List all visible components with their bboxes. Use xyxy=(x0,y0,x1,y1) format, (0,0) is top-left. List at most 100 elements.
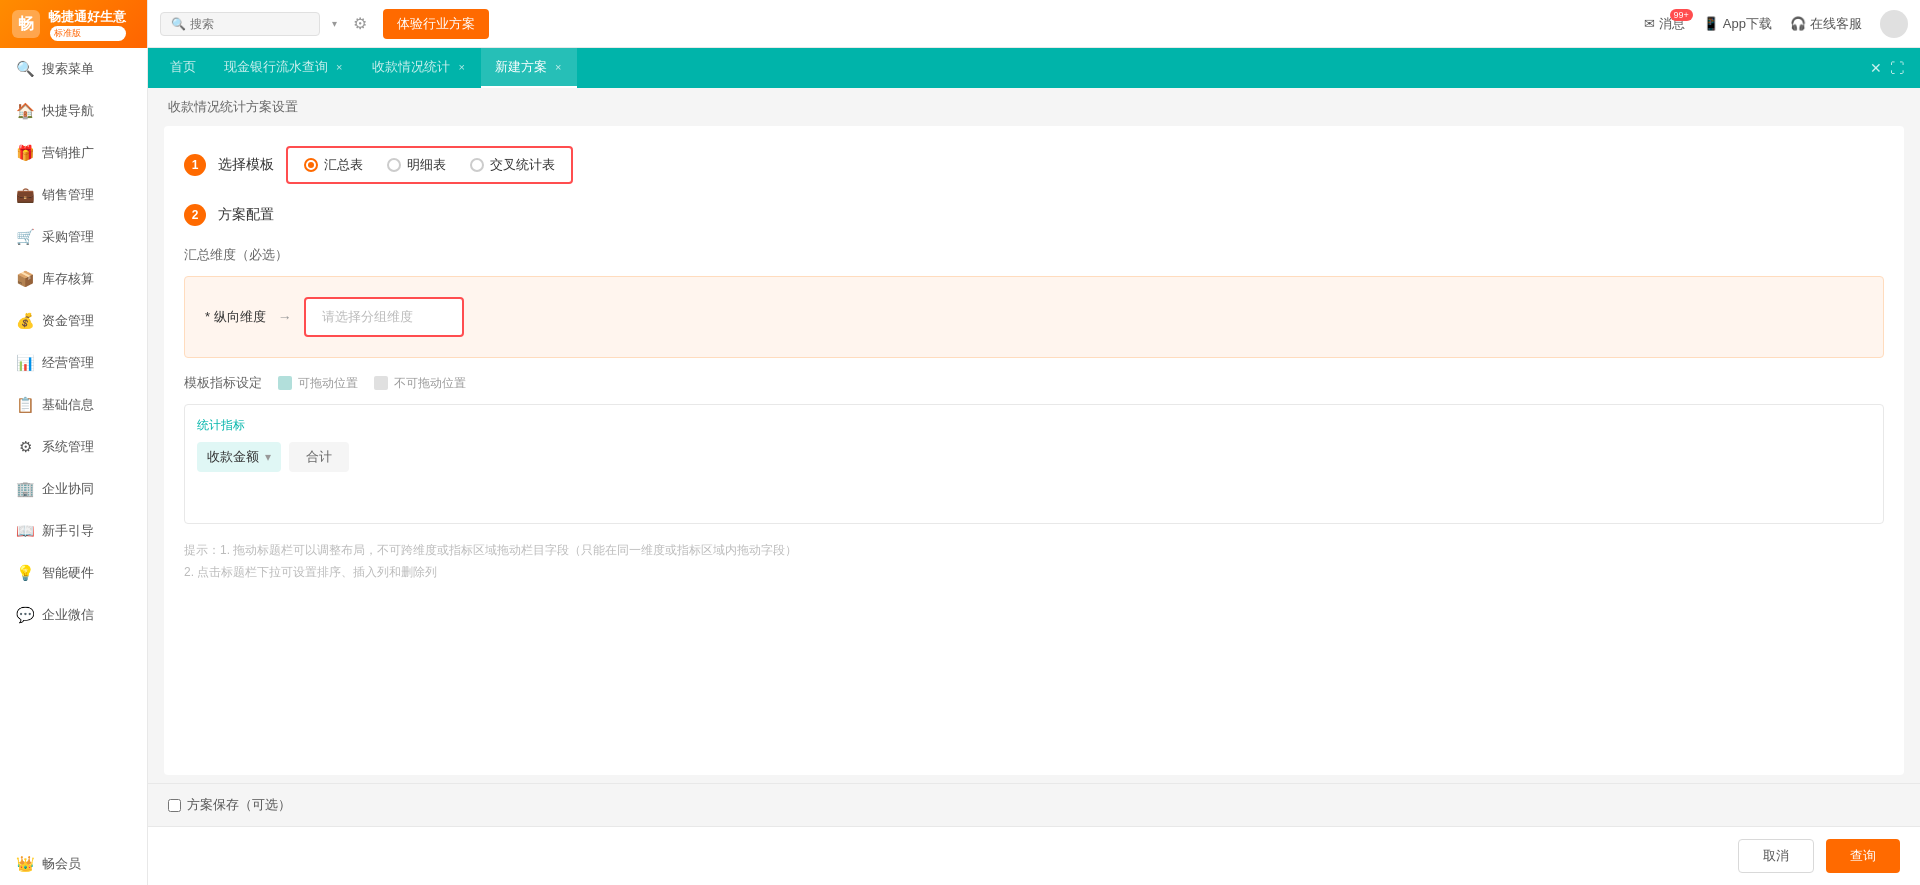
save-plan-label: 方案保存（可选） xyxy=(187,796,291,814)
sidebar-label-marketing: 营销推广 xyxy=(42,144,94,162)
logo-icon: 畅 xyxy=(12,10,40,38)
sidebar-logo: 畅 畅捷通好生意 标准版 xyxy=(0,0,147,48)
radio-summary-label: 汇总表 xyxy=(324,156,363,174)
legend-draggable-box xyxy=(278,376,292,390)
search-menu-icon: 🔍 xyxy=(16,60,34,78)
operation-icon: 📊 xyxy=(16,354,34,372)
enterprise-icon: 🏢 xyxy=(16,480,34,498)
basic-info-icon: 📋 xyxy=(16,396,34,414)
radio-cross[interactable]: 交叉统计表 xyxy=(470,156,555,174)
radio-detail-dot xyxy=(387,158,401,172)
sidebar-item-sales[interactable]: 💼 销售管理 xyxy=(0,174,147,216)
tab-cash-bank[interactable]: 现金银行流水查询 × xyxy=(210,48,358,88)
search-box[interactable]: 🔍 xyxy=(160,12,320,36)
legend-draggable-label: 可拖动位置 xyxy=(298,375,358,392)
legend-fixed-label: 不可拖动位置 xyxy=(394,375,466,392)
user-avatar[interactable] xyxy=(1880,10,1908,38)
radio-detail[interactable]: 明细表 xyxy=(387,156,446,174)
sidebar-item-finance[interactable]: 💰 资金管理 xyxy=(0,300,147,342)
bottom-bar: 取消 查询 xyxy=(148,826,1920,885)
indicator-section: 模板指标设定 可拖动位置 不可拖动位置 统计指标 xyxy=(184,374,1884,524)
wechat-icon: 💬 xyxy=(16,606,34,624)
sidebar-label-inventory: 库存核算 xyxy=(42,270,94,288)
section2: 2 方案配置 汇总维度（必选） * 纵向维度 → 请选择分组维度 模板指标设定 xyxy=(184,204,1884,583)
sidebar-item-purchase[interactable]: 🛒 采购管理 xyxy=(0,216,147,258)
search-input[interactable] xyxy=(190,17,300,31)
dimension-area: * 纵向维度 → 请选择分组维度 xyxy=(184,276,1884,358)
tab-receipt-stats[interactable]: 收款情况统计 × xyxy=(358,48,480,88)
sidebar-item-quick-nav[interactable]: 🏠 快捷导航 xyxy=(0,90,147,132)
page-content: 收款情况统计方案设置 1 选择模板 汇总表 明细表 xyxy=(148,88,1920,826)
online-service-item[interactable]: 🎧 在线客服 xyxy=(1790,15,1862,33)
sidebar-label-search-menu: 搜索菜单 xyxy=(42,60,94,78)
dim-select-box[interactable]: 请选择分组维度 xyxy=(304,297,464,337)
sidebar-item-inventory[interactable]: 📦 库存核算 xyxy=(0,258,147,300)
sidebar-label-wechat: 企业微信 xyxy=(42,606,94,624)
indicator-sub-tag-total: 合计 xyxy=(289,442,349,472)
tab-home-label: 首页 xyxy=(170,58,196,76)
breadcrumb: 收款情况统计方案设置 xyxy=(148,88,1920,126)
radio-summary-dot xyxy=(304,158,318,172)
tips-area: 提示：1. 拖动标题栏可以调整布局，不可跨维度或指标区域拖动栏目字段（只能在同一… xyxy=(184,540,1884,583)
sidebar-item-search-menu[interactable]: 🔍 搜索菜单 xyxy=(0,48,147,90)
section2-title: 方案配置 xyxy=(218,206,274,224)
tip2: 2. 点击标题栏下拉可设置排序、插入列和删除列 xyxy=(184,562,1884,584)
section1-num: 1 xyxy=(184,154,206,176)
sidebar-item-guide[interactable]: 📖 新手引导 xyxy=(0,510,147,552)
cancel-button[interactable]: 取消 xyxy=(1738,839,1814,873)
sidebar-label-quick-nav: 快捷导航 xyxy=(42,102,94,120)
tab-cash-bank-label: 现金银行流水查询 xyxy=(224,58,328,76)
inventory-icon: 📦 xyxy=(16,270,34,288)
online-service-label: 在线客服 xyxy=(1810,15,1862,33)
finance-icon: 💰 xyxy=(16,312,34,330)
sidebar-label-purchase: 采购管理 xyxy=(42,228,94,246)
sidebar-item-hardware[interactable]: 💡 智能硬件 xyxy=(0,552,147,594)
sidebar-label-basic-info: 基础信息 xyxy=(42,396,94,414)
dropdown-arrow-icon[interactable]: ▾ xyxy=(332,18,337,29)
sidebar-label-guide: 新手引导 xyxy=(42,522,94,540)
indicator-header: 模板指标设定 可拖动位置 不可拖动位置 xyxy=(184,374,1884,392)
sales-icon: 💼 xyxy=(16,186,34,204)
save-plan-checkbox[interactable] xyxy=(168,799,181,812)
indicator-label: 模板指标设定 xyxy=(184,374,262,392)
page-footer: 方案保存（可选） xyxy=(148,783,1920,826)
section1-title: 选择模板 xyxy=(218,156,274,174)
tab-receipt-stats-label: 收款情况统计 xyxy=(372,58,450,76)
settings-icon[interactable]: ⚙ xyxy=(353,14,367,33)
app-download-item[interactable]: 📱 App下载 xyxy=(1703,15,1772,33)
maximize-window-icon[interactable]: ⛶ xyxy=(1890,60,1904,76)
legend-fixed-box xyxy=(374,376,388,390)
tab-cash-bank-close[interactable]: × xyxy=(334,61,344,73)
tab-receipt-stats-close[interactable]: × xyxy=(456,61,466,73)
sidebar-item-basic-info[interactable]: 📋 基础信息 xyxy=(0,384,147,426)
guide-icon: 📖 xyxy=(16,522,34,540)
industry-plan-button[interactable]: 体验行业方案 xyxy=(383,9,489,39)
tab-new-plan-label: 新建方案 xyxy=(495,58,547,76)
sidebar-item-operation[interactable]: 📊 经营管理 xyxy=(0,342,147,384)
sidebar-item-marketing[interactable]: 🎁 营销推广 xyxy=(0,132,147,174)
query-button[interactable]: 查询 xyxy=(1826,839,1900,873)
radio-detail-label: 明细表 xyxy=(407,156,446,174)
system-icon: ⚙ xyxy=(16,438,34,456)
notification-item[interactable]: ✉ 消息 99+ xyxy=(1644,15,1685,33)
sidebar-item-enterprise[interactable]: 🏢 企业协同 xyxy=(0,468,147,510)
legend-draggable: 可拖动位置 xyxy=(278,375,358,392)
close-window-icon[interactable]: ✕ xyxy=(1870,60,1882,76)
save-plan-checkbox-label[interactable]: 方案保存（可选） xyxy=(168,796,291,814)
dropdown-arrow-indicator[interactable]: ▾ xyxy=(265,450,271,464)
mobile-icon: 📱 xyxy=(1703,16,1719,31)
search-icon: 🔍 xyxy=(171,17,186,31)
sidebar-item-wechat[interactable]: 💬 企业微信 xyxy=(0,594,147,636)
sidebar-label-system: 系统管理 xyxy=(42,438,94,456)
radio-summary[interactable]: 汇总表 xyxy=(304,156,363,174)
sidebar-item-system[interactable]: ⚙ 系统管理 xyxy=(0,426,147,468)
sidebar: 畅 畅捷通好生意 标准版 🔍 搜索菜单 🏠 快捷导航 🎁 营销推广 💼 销售管理… xyxy=(0,0,148,885)
tab-new-plan-close[interactable]: × xyxy=(553,61,563,73)
dimension-section-label: 汇总维度（必选） xyxy=(184,246,1884,264)
tab-home[interactable]: 首页 xyxy=(156,48,210,88)
tab-new-plan[interactable]: 新建方案 × xyxy=(481,48,577,88)
tabbar: 首页 现金银行流水查询 × 收款情况统计 × 新建方案 × ✕ ⛶ xyxy=(148,48,1920,88)
indicator-tag-receipt[interactable]: 收款金额 ▾ xyxy=(197,442,281,472)
window-controls: ✕ ⛶ xyxy=(1870,48,1912,88)
sidebar-item-member[interactable]: 👑 畅会员 xyxy=(0,843,147,885)
